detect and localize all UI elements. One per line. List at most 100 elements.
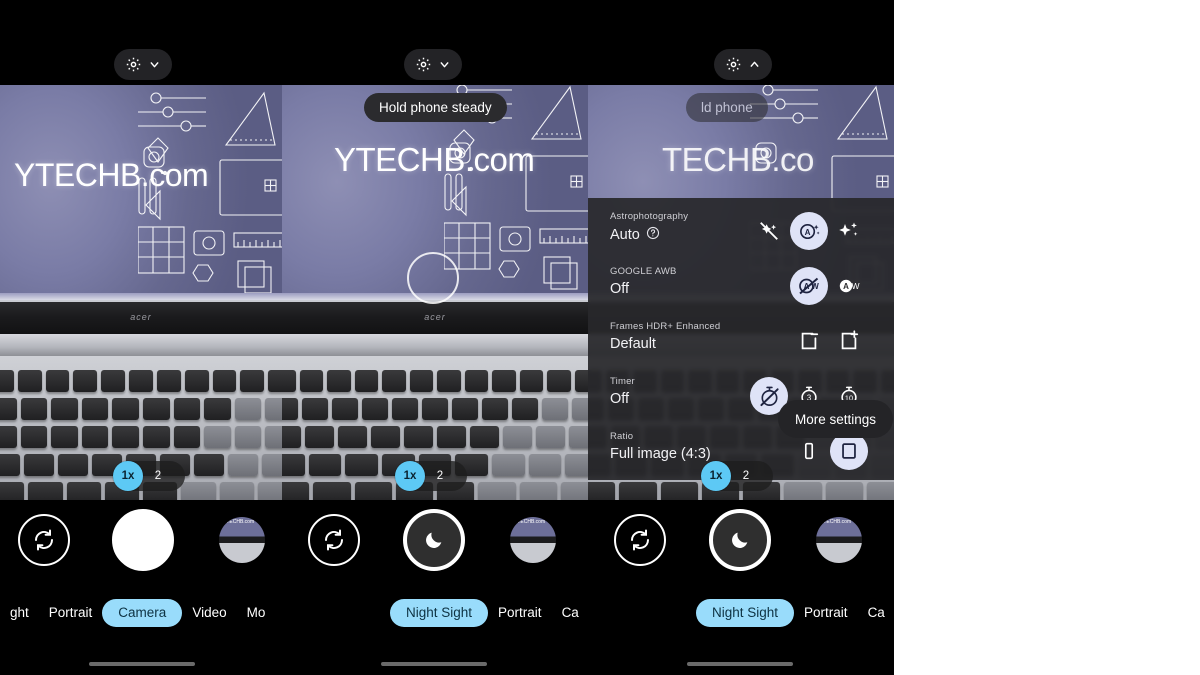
camera-bottom-bar-1: YTECHB.com ght Portrait Camera Video Mo — [0, 500, 282, 675]
mode-camera[interactable]: Camera — [102, 599, 183, 627]
option-astro-auto[interactable]: A — [790, 212, 828, 250]
gallery-thumbnail-1[interactable]: YTECHB.com — [219, 517, 265, 563]
laptop-bezel: acer — [282, 300, 588, 334]
flip-camera-button-2[interactable] — [308, 514, 360, 566]
mode-night-sight[interactable]: Night Sight — [696, 599, 795, 627]
quick-setting-google-awb[interactable]: GOOGLE AWB Off A W A W — [588, 259, 894, 314]
option-awb-auto[interactable]: A W — [830, 267, 868, 305]
camera-bottom-bar-3: YTECHB.com Night Sight Portrait Ca — [588, 500, 894, 675]
option-frames-minus[interactable] — [790, 322, 828, 360]
more-settings-button[interactable]: More settings — [778, 400, 894, 438]
phone-panel-camera-mode: YTECHB.com acer 1x 2 YTECHB.com ght Port… — [0, 0, 282, 675]
gallery-thumbnail-3[interactable]: YTECHB.com — [816, 517, 862, 563]
help-circle-icon[interactable] — [646, 226, 660, 244]
mode-night-sight-partial[interactable]: ght — [0, 599, 39, 627]
viewfinder-3[interactable]: TECHB.co ld phone Astrophotography Auto … — [588, 85, 894, 500]
mode-selector-1[interactable]: ght Portrait Camera Video Mo — [0, 599, 282, 627]
camera-settings-pane: Camera settings Modification settings Co… — [894, 0, 1200, 675]
phone-panel-expanded-settings: TECHB.co ld phone Astrophotography Auto … — [588, 0, 894, 675]
mode-night-sight[interactable]: Night Sight — [390, 599, 489, 627]
awb-off-icon: A W — [799, 277, 819, 295]
mode-camera-partial[interactable]: Ca — [858, 599, 894, 627]
frames-plus-icon — [841, 330, 859, 350]
setting-label: Frames HDR+ Enhanced — [610, 321, 721, 332]
ratio-4-3-icon — [842, 443, 856, 459]
option-astro-off[interactable] — [750, 212, 788, 250]
option-astro-on[interactable] — [830, 212, 868, 250]
mode-selector-3[interactable]: Night Sight Portrait Ca — [588, 599, 894, 627]
mode-video[interactable]: Video — [182, 599, 236, 627]
zoom-option-1x[interactable]: 1x — [395, 461, 425, 491]
setting-value: Off — [610, 391, 630, 407]
quick-setting-frames-hdr[interactable]: Frames HDR+ Enhanced Default — [588, 314, 894, 369]
quick-settings-toggle-3[interactable] — [714, 49, 772, 80]
laptop-hinge — [0, 334, 282, 356]
ratio-16-9-icon — [804, 442, 814, 460]
shutter-button-3[interactable] — [709, 509, 771, 571]
laptop-brand-logo: acer — [130, 312, 152, 322]
astro-off-icon — [760, 222, 778, 240]
timer-off-icon — [759, 386, 779, 406]
mode-selector-2[interactable]: Night Sight Portrait Ca — [282, 599, 588, 627]
svg-text:A: A — [804, 227, 810, 236]
home-indicator-2 — [381, 662, 487, 666]
mode-portrait[interactable]: Portrait — [488, 599, 552, 627]
laptop-brand-logo: acer — [424, 312, 446, 322]
mode-more-partial[interactable]: Mo — [237, 599, 276, 627]
home-indicator-1 — [89, 662, 195, 666]
moon-icon — [426, 532, 442, 548]
setting-label: GOOGLE AWB — [610, 266, 677, 277]
setting-label: Astrophotography — [610, 211, 689, 222]
hold-steady-toast: Hold phone steady — [364, 93, 507, 122]
option-awb-off[interactable]: A W — [790, 267, 828, 305]
zoom-control-3[interactable]: 1x 2 — [701, 461, 773, 491]
camera-bottom-bar-2: YTECHB.com Night Sight Portrait Ca — [282, 500, 588, 675]
scene-doodles — [138, 91, 282, 294]
viewfinder-2[interactable]: YTECHB.com acer Hold phone steady 1x 2 — [282, 85, 588, 500]
setting-value: Default — [610, 336, 656, 352]
setting-value: Auto — [610, 226, 660, 244]
chevron-down-icon — [438, 58, 451, 71]
gallery-thumbnail-2[interactable]: YTECHB.com — [510, 517, 556, 563]
screenshot-stage: YTECHB.com acer 1x 2 YTECHB.com ght Port… — [0, 0, 1200, 675]
zoom-control-1[interactable]: 1x 2 — [113, 461, 185, 491]
svg-text:W: W — [851, 281, 859, 291]
setting-value: Full image (4:3) — [610, 446, 711, 462]
mode-camera-partial[interactable]: Ca — [552, 599, 588, 627]
shutter-button-1[interactable] — [112, 509, 174, 571]
zoom-option-2x[interactable]: 2 — [731, 461, 761, 491]
quick-settings-toggle-1[interactable] — [114, 49, 172, 80]
zoom-control-2[interactable]: 1x 2 — [395, 461, 467, 491]
svg-text:A: A — [843, 282, 849, 291]
zoom-option-2x[interactable]: 2 — [143, 461, 173, 491]
chevron-down-icon — [148, 58, 161, 71]
quick-setting-astrophotography[interactable]: Astrophotography Auto A — [588, 204, 894, 259]
shutter-button-2[interactable] — [403, 509, 465, 571]
frames-minus-icon — [801, 332, 819, 350]
awb-auto-icon: A W — [839, 279, 860, 293]
setting-value: Off — [610, 281, 630, 297]
option-frames-plus[interactable] — [830, 322, 868, 360]
flip-camera-button-3[interactable] — [614, 514, 666, 566]
zoom-option-2x[interactable]: 2 — [425, 461, 455, 491]
focus-ring — [407, 252, 459, 304]
quick-settings-toggle-2[interactable] — [404, 49, 462, 80]
phone-panel-night-sight: YTECHB.com acer Hold phone steady 1x 2 Y… — [282, 0, 588, 675]
laptop-hinge — [282, 334, 588, 356]
viewfinder-1[interactable]: YTECHB.com acer 1x 2 — [0, 85, 282, 500]
chevron-up-icon — [748, 58, 761, 71]
hold-steady-toast-partial: ld phone — [686, 93, 768, 122]
mode-portrait[interactable]: Portrait — [794, 599, 858, 627]
mode-portrait[interactable]: Portrait — [39, 599, 103, 627]
astro-on-icon — [839, 222, 858, 236]
setting-label: Ratio — [610, 431, 634, 442]
astro-auto-icon: A — [799, 223, 820, 239]
gear-icon — [415, 56, 432, 73]
setting-label: Timer — [610, 376, 635, 387]
zoom-option-1x[interactable]: 1x — [113, 461, 143, 491]
scene-monitor: YTECHB.com — [0, 85, 282, 300]
zoom-option-1x[interactable]: 1x — [701, 461, 731, 491]
moon-icon — [732, 532, 748, 548]
flip-camera-button-1[interactable] — [18, 514, 70, 566]
gear-icon — [125, 56, 142, 73]
